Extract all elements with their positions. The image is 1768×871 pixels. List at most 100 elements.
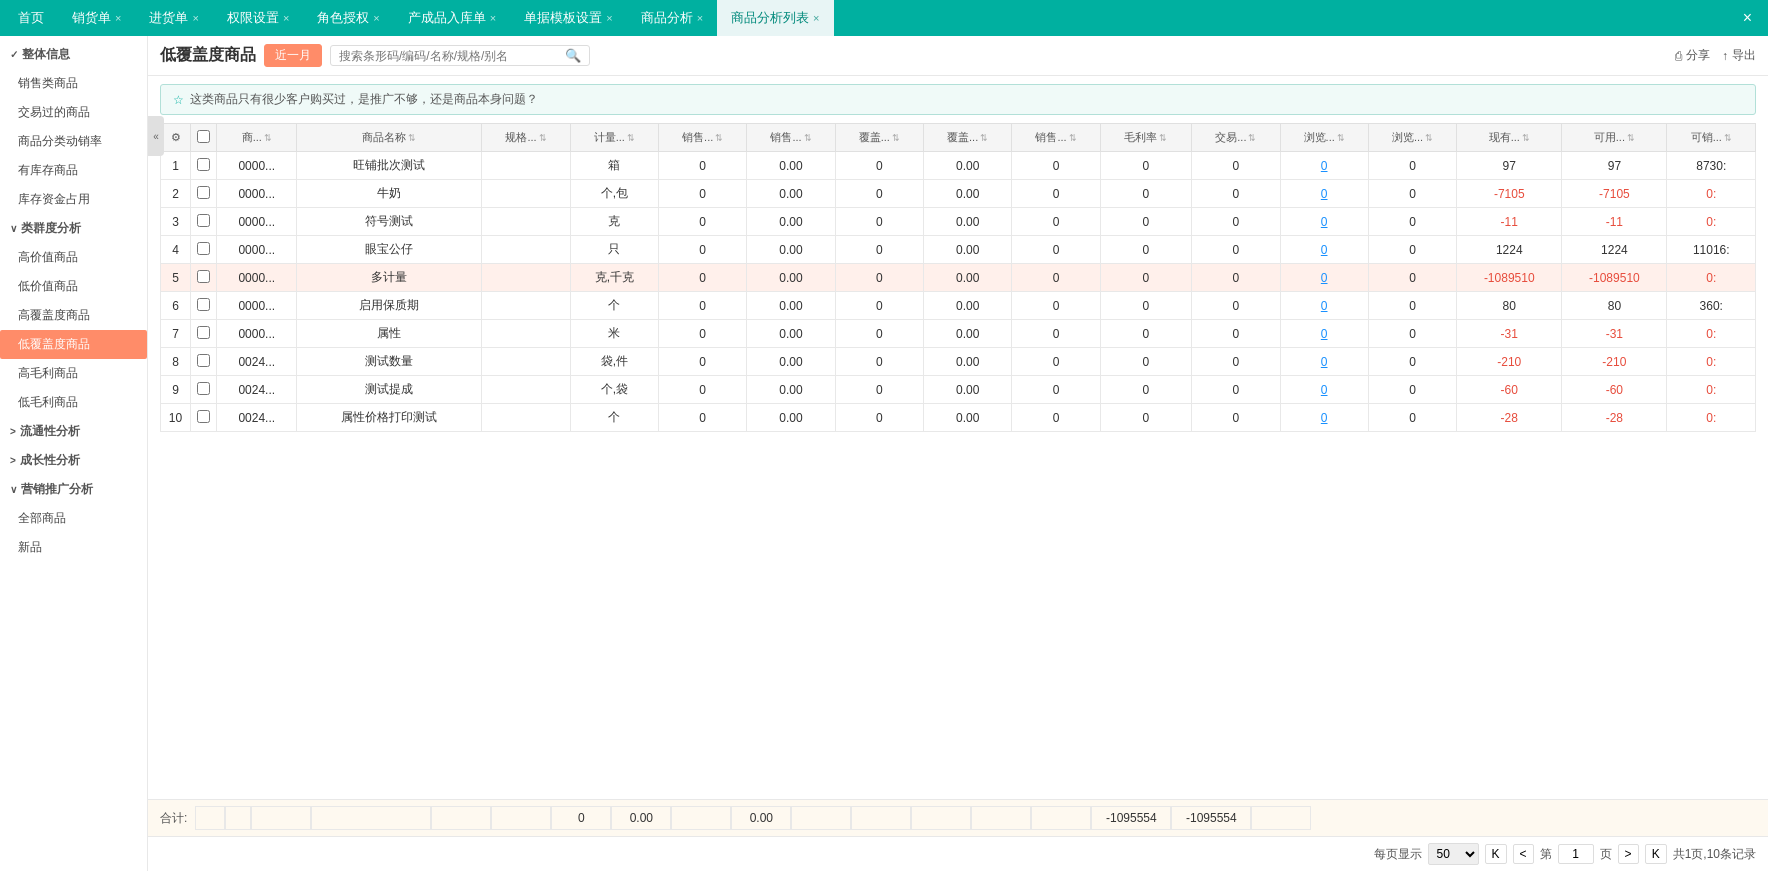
sidebar-item-low-value[interactable]: 低价值商品 bbox=[0, 272, 147, 301]
row-checkbox[interactable] bbox=[197, 326, 210, 339]
table-cell bbox=[482, 292, 570, 320]
table-cell: 0 bbox=[1100, 292, 1192, 320]
row-checkbox[interactable] bbox=[197, 270, 210, 283]
nav-roles[interactable]: 角色授权× bbox=[303, 0, 393, 36]
col-header-sales-amt[interactable]: 销售...⇅ bbox=[747, 124, 835, 152]
sidebar-section-overview[interactable]: ✓ 整体信息 bbox=[0, 40, 147, 69]
table-cell bbox=[191, 264, 217, 292]
share-button[interactable]: ⎙ 分享 bbox=[1675, 47, 1710, 64]
nav-analysis[interactable]: 商品分析× bbox=[627, 0, 717, 36]
first-page-button[interactable]: K bbox=[1485, 844, 1507, 864]
table-cell: 0.00 bbox=[747, 180, 835, 208]
row-checkbox[interactable] bbox=[197, 242, 210, 255]
col-header-gross[interactable]: 毛利率⇅ bbox=[1100, 124, 1192, 152]
col-header-browse2[interactable]: 浏览...⇅ bbox=[1368, 124, 1456, 152]
search-input[interactable] bbox=[339, 49, 565, 63]
row-checkbox[interactable] bbox=[197, 410, 210, 423]
sidebar-section-growth[interactable]: > 成长性分析 bbox=[0, 446, 147, 475]
sidebar-section-marketing[interactable]: ∨ 营销推广分析 bbox=[0, 475, 147, 504]
col-header-spec[interactable]: 规格...⇅ bbox=[482, 124, 570, 152]
row-checkbox[interactable] bbox=[197, 186, 210, 199]
col-header-available[interactable]: 可用...⇅ bbox=[1562, 124, 1667, 152]
table-cell: -60 bbox=[1457, 376, 1562, 404]
table-cell: 0.00 bbox=[747, 264, 835, 292]
sidebar-section-cluster[interactable]: ∨ 类群度分析 bbox=[0, 214, 147, 243]
sidebar-collapse-button[interactable]: « bbox=[148, 116, 164, 156]
sidebar-item-sales-goods[interactable]: 销售类商品 bbox=[0, 69, 147, 98]
section-arrow-marketing: ∨ bbox=[10, 484, 17, 495]
sidebar-section-circulation[interactable]: > 流通性分析 bbox=[0, 417, 147, 446]
sidebar-item-inventory-funds[interactable]: 库存资金占用 bbox=[0, 185, 147, 214]
nav-production[interactable]: 产成品入库单× bbox=[394, 0, 510, 36]
nav-roles-close[interactable]: × bbox=[373, 12, 379, 24]
export-label: 导出 bbox=[1732, 47, 1756, 64]
header-actions: ⎙ 分享 ↑ 导出 bbox=[1675, 47, 1756, 64]
nav-analysis-list[interactable]: 商品分析列表× bbox=[717, 0, 833, 36]
sidebar-item-low-coverage[interactable]: 低覆盖度商品 bbox=[0, 330, 147, 359]
next-page-button[interactable]: > bbox=[1618, 844, 1639, 864]
page-number-input[interactable] bbox=[1558, 844, 1594, 864]
table-cell bbox=[482, 404, 570, 432]
nav-template-close[interactable]: × bbox=[606, 12, 612, 24]
table-cell: 4 bbox=[161, 236, 191, 264]
nav-sales-close[interactable]: × bbox=[115, 12, 121, 24]
nav-analysis-close[interactable]: × bbox=[697, 12, 703, 24]
table-row: 50000...多计量克,千克00.0000.0000000-1089510-1… bbox=[161, 264, 1756, 292]
sidebar-item-high-margin[interactable]: 高毛利商品 bbox=[0, 359, 147, 388]
col-header-saleable[interactable]: 可销...⇅ bbox=[1667, 124, 1756, 152]
info-icon: ☆ bbox=[173, 93, 184, 107]
col-header-trade[interactable]: 交易...⇅ bbox=[1192, 124, 1280, 152]
col-header-current[interactable]: 现有...⇅ bbox=[1457, 124, 1562, 152]
nav-home[interactable]: 首页 bbox=[4, 0, 58, 36]
footer-sales-qty: 0 bbox=[551, 806, 611, 830]
page-prefix-label: 第 bbox=[1540, 846, 1552, 863]
nav-template[interactable]: 单据模板设置× bbox=[510, 0, 626, 36]
select-all-checkbox[interactable] bbox=[197, 130, 210, 143]
sidebar-item-stocked-goods[interactable]: 有库存商品 bbox=[0, 156, 147, 185]
row-checkbox[interactable] bbox=[197, 354, 210, 367]
table-cell: 0 bbox=[1100, 236, 1192, 264]
table-cell: 0: bbox=[1667, 264, 1756, 292]
col-header-unit[interactable]: 计量...⇅ bbox=[570, 124, 658, 152]
col-header-sales-qty[interactable]: 销售...⇅ bbox=[659, 124, 747, 152]
row-checkbox[interactable] bbox=[197, 158, 210, 171]
col-header-settings[interactable]: ⚙ bbox=[161, 124, 191, 152]
nav-purchase[interactable]: 进货单× bbox=[135, 0, 212, 36]
filter-recent-month[interactable]: 近一月 bbox=[264, 44, 322, 67]
table-cell: 11016: bbox=[1667, 236, 1756, 264]
table-cell: 0 bbox=[1368, 264, 1456, 292]
row-checkbox[interactable] bbox=[197, 382, 210, 395]
sidebar-item-high-value[interactable]: 高价值商品 bbox=[0, 243, 147, 272]
col-header-cover1[interactable]: 覆盖...⇅ bbox=[835, 124, 923, 152]
section-label-overview: 整体信息 bbox=[22, 46, 70, 63]
nav-purchase-close[interactable]: × bbox=[192, 12, 198, 24]
nav-permissions[interactable]: 权限设置× bbox=[213, 0, 303, 36]
sidebar-item-category-rate[interactable]: 商品分类动销率 bbox=[0, 127, 147, 156]
sidebar-item-new-goods[interactable]: 新品 bbox=[0, 533, 147, 562]
nav-sales[interactable]: 销货单× bbox=[58, 0, 135, 36]
table-cell: 个,包 bbox=[570, 180, 658, 208]
col-header-cover2[interactable]: 覆盖...⇅ bbox=[923, 124, 1011, 152]
export-icon: ↑ bbox=[1722, 49, 1728, 63]
export-button[interactable]: ↑ 导出 bbox=[1722, 47, 1756, 64]
last-page-button[interactable]: K bbox=[1645, 844, 1667, 864]
sidebar-item-traded-goods[interactable]: 交易过的商品 bbox=[0, 98, 147, 127]
nav-permissions-close[interactable]: × bbox=[283, 12, 289, 24]
per-page-select[interactable]: 50 100 200 bbox=[1428, 843, 1479, 865]
col-header-browse1[interactable]: 浏览...⇅ bbox=[1280, 124, 1368, 152]
col-header-sales3[interactable]: 销售...⇅ bbox=[1012, 124, 1100, 152]
sidebar-item-all-goods[interactable]: 全部商品 bbox=[0, 504, 147, 533]
col-header-code[interactable]: 商...⇅ bbox=[217, 124, 297, 152]
prev-page-button[interactable]: < bbox=[1513, 844, 1534, 864]
row-checkbox[interactable] bbox=[197, 214, 210, 227]
row-checkbox[interactable] bbox=[197, 298, 210, 311]
nav-production-close[interactable]: × bbox=[490, 12, 496, 24]
sidebar-item-low-margin[interactable]: 低毛利商品 bbox=[0, 388, 147, 417]
data-table: ⚙ 商...⇅ 商品名称⇅ 规格...⇅ 计量...⇅ 销售...⇅ 销售...… bbox=[160, 123, 1756, 432]
col-header-name[interactable]: 商品名称⇅ bbox=[297, 124, 482, 152]
table-cell: 0 bbox=[1368, 348, 1456, 376]
window-close-button[interactable]: × bbox=[1731, 9, 1764, 27]
nav-analysis-list-close[interactable]: × bbox=[813, 12, 819, 24]
sidebar-item-high-coverage[interactable]: 高覆盖度商品 bbox=[0, 301, 147, 330]
col-header-checkbox[interactable] bbox=[191, 124, 217, 152]
